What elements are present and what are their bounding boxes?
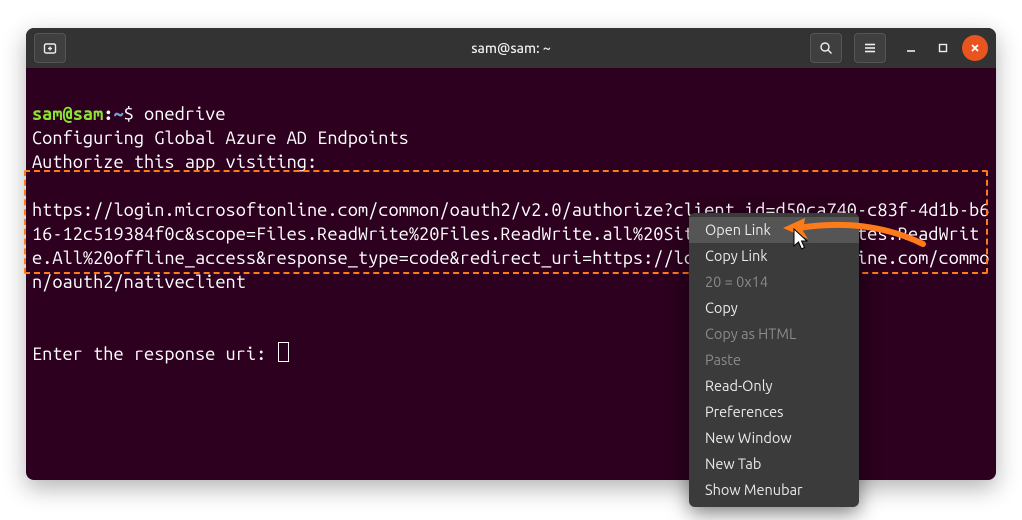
text-cursor xyxy=(278,342,289,362)
maximize-button[interactable] xyxy=(930,35,956,61)
prompt-path: ~ xyxy=(113,104,123,124)
prompt-dollar: $ xyxy=(124,104,144,124)
response-prompt: Enter the response uri: xyxy=(32,344,276,364)
ctx-preferences[interactable]: Preferences xyxy=(689,399,859,425)
close-button[interactable] xyxy=(962,35,988,61)
ctx-hex-info: 20 = 0x14 xyxy=(689,269,859,295)
minimize-button[interactable] xyxy=(898,35,924,61)
output-line-2: Authorize this app visiting: xyxy=(32,152,317,172)
ctx-new-window[interactable]: New Window xyxy=(689,425,859,451)
prompt-colon: : xyxy=(103,104,113,124)
ctx-new-tab[interactable]: New Tab xyxy=(689,451,859,477)
ctx-open-link[interactable]: Open Link xyxy=(689,217,859,243)
search-button[interactable] xyxy=(810,33,842,63)
ctx-paste: Paste xyxy=(689,347,859,373)
titlebar: sam@sam: ~ xyxy=(26,28,996,68)
ctx-copy-link[interactable]: Copy Link xyxy=(689,243,859,269)
ctx-copy-html: Copy as HTML xyxy=(689,321,859,347)
command-text: onedrive xyxy=(144,104,225,124)
prompt-user: sam@sam xyxy=(32,104,103,124)
ctx-copy[interactable]: Copy xyxy=(689,295,859,321)
ctx-read-only[interactable]: Read-Only xyxy=(689,373,859,399)
new-tab-button[interactable] xyxy=(34,33,66,63)
output-line-1: Configuring Global Azure AD Endpoints xyxy=(32,128,409,148)
context-menu: Open Link Copy Link 20 = 0x14 Copy Copy … xyxy=(689,213,859,507)
ctx-show-menubar[interactable]: Show Menubar xyxy=(689,477,859,503)
hamburger-menu-button[interactable] xyxy=(854,33,886,63)
